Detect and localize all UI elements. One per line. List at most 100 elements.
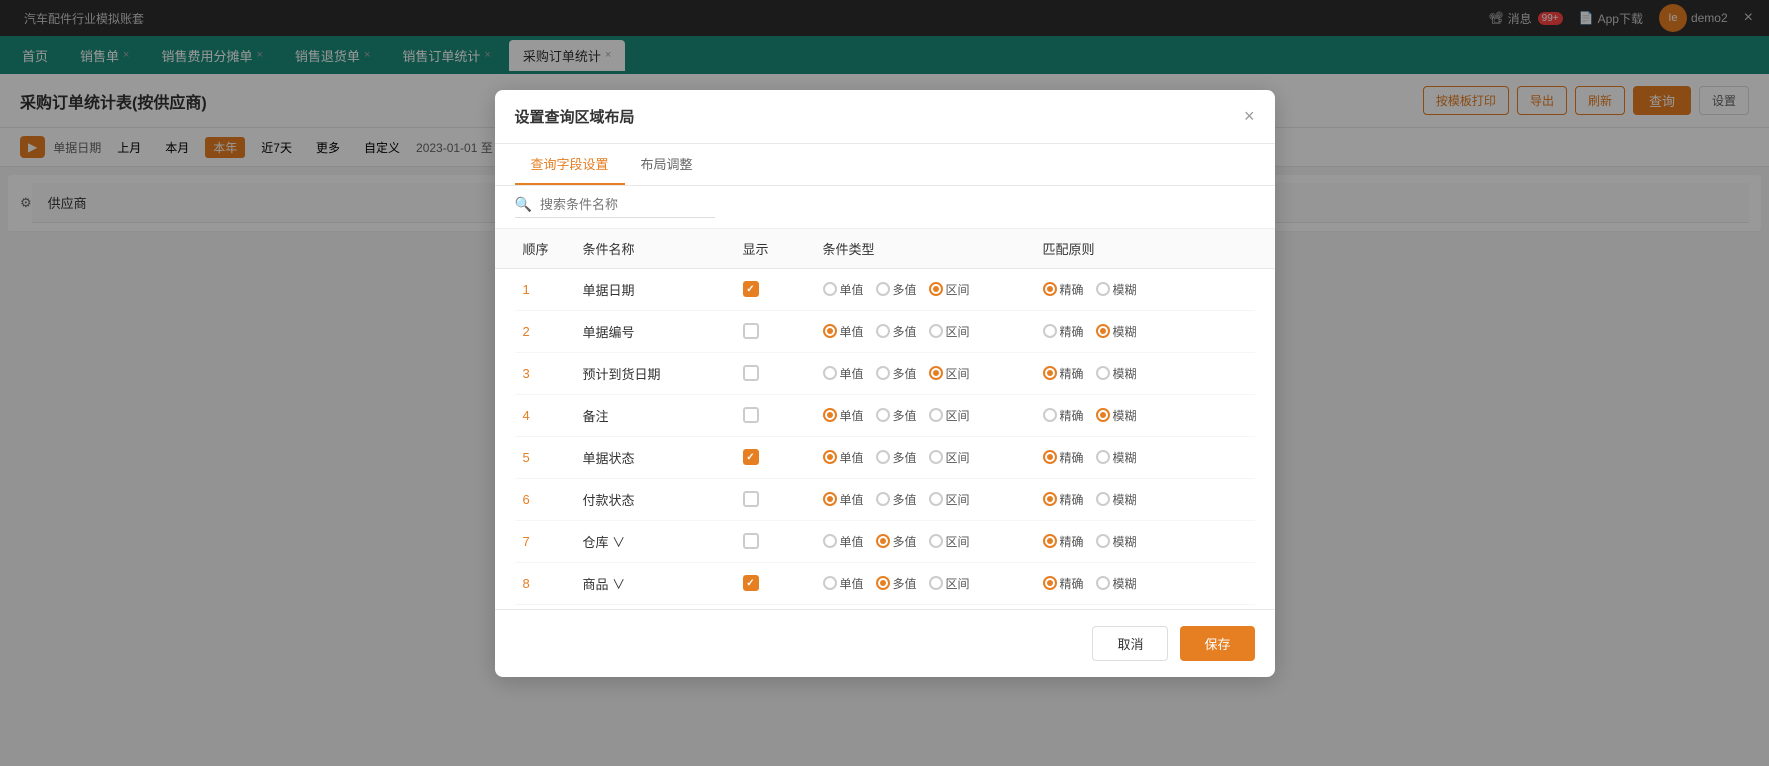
match-radio-模糊[interactable]: 模糊 (1096, 491, 1137, 508)
radio-circle (929, 576, 943, 590)
type-radio-单值[interactable]: 单值 (823, 323, 864, 340)
row-display-cell[interactable] (735, 315, 815, 347)
type-radio-单值[interactable]: 单值 (823, 407, 864, 424)
radio-circle (823, 450, 837, 464)
row-match-cell: 精确模糊 (1035, 357, 1255, 390)
row-order: 6 (515, 484, 575, 515)
table-row: 7仓库 ∨单值多值区间精确模糊 (515, 521, 1255, 563)
radio-circle (1043, 366, 1057, 380)
display-checkbox[interactable] (743, 449, 759, 465)
display-checkbox[interactable] (743, 491, 759, 507)
radio-circle (1096, 534, 1110, 548)
type-radio-区间[interactable]: 区间 (929, 491, 970, 508)
match-radio-模糊[interactable]: 模糊 (1096, 449, 1137, 466)
dialog-search-area: 🔍 (495, 186, 1275, 229)
row-display-cell[interactable] (735, 525, 815, 557)
type-radio-区间[interactable]: 区间 (929, 449, 970, 466)
match-radio-精确[interactable]: 精确 (1043, 365, 1084, 382)
type-radio-区间[interactable]: 区间 (929, 407, 970, 424)
type-radio-多值[interactable]: 多值 (876, 491, 917, 508)
match-radio-模糊[interactable]: 模糊 (1096, 533, 1137, 550)
radio-circle (929, 324, 943, 338)
save-button[interactable]: 保存 (1180, 626, 1254, 661)
display-checkbox[interactable] (743, 323, 759, 339)
radio-circle (1043, 492, 1057, 506)
row-display-cell[interactable] (735, 399, 815, 431)
row-order: 5 (515, 442, 575, 473)
dialog-title: 设置查询区域布局 (515, 106, 635, 127)
row-name: 单据日期 (575, 272, 735, 307)
type-radio-多值[interactable]: 多值 (876, 365, 917, 382)
row-display-cell[interactable] (735, 441, 815, 473)
type-radio-区间[interactable]: 区间 (929, 575, 970, 592)
row-display-cell[interactable] (735, 273, 815, 305)
type-radio-单值[interactable]: 单值 (823, 491, 864, 508)
search-icon: 🔍 (515, 196, 532, 213)
match-radio-精确[interactable]: 精确 (1043, 449, 1084, 466)
match-radio-精确[interactable]: 精确 (1043, 323, 1084, 340)
type-radio-单值[interactable]: 单值 (823, 575, 864, 592)
col-order: 顺序 (515, 229, 575, 268)
radio-circle (823, 576, 837, 590)
type-radio-区间[interactable]: 区间 (929, 365, 970, 382)
type-radio-多值[interactable]: 多值 (876, 533, 917, 550)
radio-circle (929, 366, 943, 380)
match-radio-模糊[interactable]: 模糊 (1096, 281, 1137, 298)
type-radio-多值[interactable]: 多值 (876, 281, 917, 298)
type-radio-单值[interactable]: 单值 (823, 449, 864, 466)
row-display-cell[interactable] (735, 357, 815, 389)
match-radio-精确[interactable]: 精确 (1043, 407, 1084, 424)
table-row: 5单据状态 单值多值区间 精确模糊 (515, 437, 1255, 479)
radio-circle (929, 282, 943, 296)
radio-circle (876, 492, 890, 506)
match-radio-模糊[interactable]: 模糊 (1096, 575, 1137, 592)
dialog-tab-layout[interactable]: 布局调整 (625, 144, 709, 185)
match-radio-模糊[interactable]: 模糊 (1096, 365, 1137, 382)
display-checkbox[interactable] (743, 575, 759, 591)
dialog-close-button[interactable]: × (1244, 107, 1255, 125)
type-radio-区间[interactable]: 区间 (929, 281, 970, 298)
match-radio-精确[interactable]: 精确 (1043, 533, 1084, 550)
match-radio-模糊[interactable]: 模糊 (1096, 323, 1137, 340)
match-radio-精确[interactable]: 精确 (1043, 575, 1084, 592)
display-checkbox[interactable] (743, 281, 759, 297)
table-row: 4备注单值多值区间精确模糊 (515, 395, 1255, 437)
row-display-cell[interactable] (735, 483, 815, 515)
type-radio-多值[interactable]: 多值 (876, 449, 917, 466)
search-input[interactable] (540, 197, 700, 212)
type-radio-单值[interactable]: 单值 (823, 533, 864, 550)
dialog-footer: 取消 保存 (495, 609, 1275, 677)
row-display-cell[interactable] (735, 567, 815, 599)
type-radio-区间[interactable]: 区间 (929, 323, 970, 340)
radio-circle (1043, 324, 1057, 338)
radio-circle (1043, 576, 1057, 590)
row-name: 备注 (575, 398, 735, 433)
cancel-button[interactable]: 取消 (1092, 626, 1168, 661)
radio-circle (876, 408, 890, 422)
display-checkbox[interactable] (743, 407, 759, 423)
radio-circle (929, 408, 943, 422)
search-input-wrap: 🔍 (515, 196, 715, 218)
display-checkbox[interactable] (743, 533, 759, 549)
radio-circle (1043, 282, 1057, 296)
table-row: 1单据日期 单值多值区间 精确模糊 (515, 269, 1255, 311)
row-order: 1 (515, 274, 575, 305)
match-radio-模糊[interactable]: 模糊 (1096, 407, 1137, 424)
radio-circle (876, 366, 890, 380)
type-radio-区间[interactable]: 区间 (929, 533, 970, 550)
match-radio-精确[interactable]: 精确 (1043, 491, 1084, 508)
type-radio-多值[interactable]: 多值 (876, 407, 917, 424)
radio-circle (1096, 324, 1110, 338)
dialog-tab-query-fields[interactable]: 查询字段设置 (515, 144, 625, 185)
radio-circle (929, 450, 943, 464)
row-name: 单据状态 (575, 440, 735, 475)
display-checkbox[interactable] (743, 365, 759, 381)
type-radio-多值[interactable]: 多值 (876, 323, 917, 340)
radio-circle (1043, 450, 1057, 464)
match-radio-精确[interactable]: 精确 (1043, 281, 1084, 298)
type-radio-多值[interactable]: 多值 (876, 575, 917, 592)
radio-circle (823, 492, 837, 506)
type-radio-单值[interactable]: 单值 (823, 365, 864, 382)
radio-circle (876, 450, 890, 464)
type-radio-单值[interactable]: 单值 (823, 281, 864, 298)
